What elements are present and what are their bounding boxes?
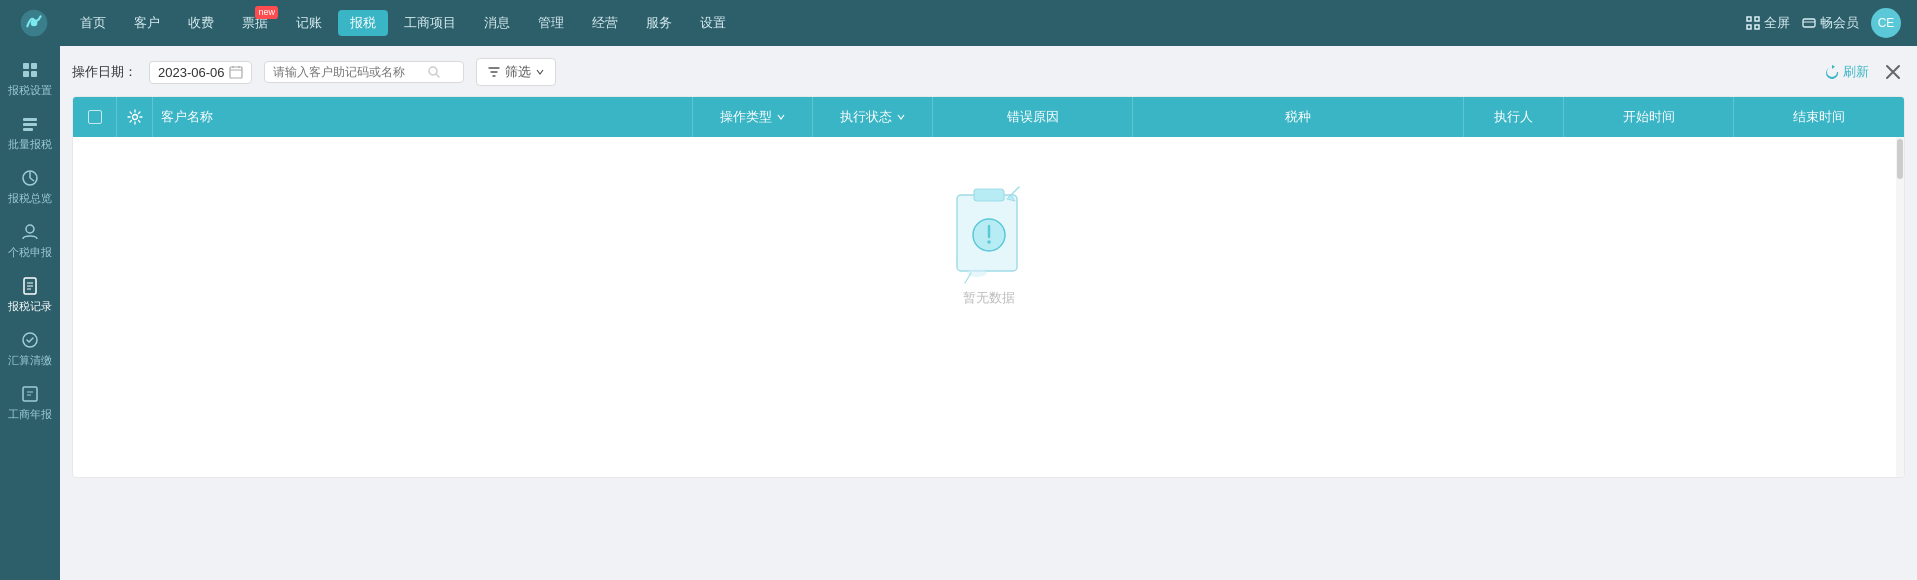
filter-label: 筛选 xyxy=(505,63,531,81)
svg-point-1 xyxy=(31,20,38,27)
sidebar-label-batch-tax: 批量报税 xyxy=(8,137,52,152)
refresh-button[interactable]: 刷新 xyxy=(1825,63,1869,81)
nav-invoice[interactable]: 票据 new xyxy=(230,10,280,36)
gear-icon xyxy=(127,109,143,125)
date-label: 操作日期： xyxy=(72,63,137,81)
sidebar-item-settlement[interactable]: 汇算清缴 xyxy=(3,324,57,374)
empty-illustration xyxy=(939,177,1039,277)
empty-state: 暂无数据 xyxy=(73,137,1904,327)
date-value: 2023-06-06 xyxy=(158,65,225,80)
refresh-icon xyxy=(1825,65,1839,79)
sidebar-label-settlement: 汇算清缴 xyxy=(8,353,52,368)
svg-rect-2 xyxy=(1747,17,1751,21)
svg-rect-7 xyxy=(23,63,29,69)
sidebar-label-tax-settings: 报税设置 xyxy=(8,83,52,98)
sidebar-item-personal-tax[interactable]: 个税申报 xyxy=(3,216,57,266)
th-error-reason: 错误原因 xyxy=(933,97,1133,137)
th-executor: 执行人 xyxy=(1464,97,1564,137)
svg-rect-19 xyxy=(230,67,242,78)
sidebar-label-tax-record: 报税记录 xyxy=(8,299,52,314)
nav-fee[interactable]: 收费 xyxy=(176,10,226,36)
sidebar-item-tax-settings[interactable]: 报税设置 xyxy=(3,54,57,104)
sidebar-item-tax-overview[interactable]: 报税总览 xyxy=(3,162,57,212)
svg-rect-5 xyxy=(1755,25,1759,29)
sidebar-item-annual-report[interactable]: 工商年报 xyxy=(3,378,57,428)
nav-settings[interactable]: 设置 xyxy=(688,10,738,36)
nav-customer[interactable]: 客户 xyxy=(122,10,172,36)
select-all-checkbox[interactable] xyxy=(88,110,102,124)
search-input[interactable] xyxy=(273,65,423,79)
nav-service[interactable]: 服务 xyxy=(634,10,684,36)
top-nav-right: 全屏 畅会员 CE xyxy=(1746,8,1901,38)
svg-point-15 xyxy=(26,225,34,233)
svg-rect-4 xyxy=(1747,25,1751,29)
sidebar-label-tax-overview: 报税总览 xyxy=(8,191,52,206)
vip-label: 畅会员 xyxy=(1820,14,1859,32)
th-gear[interactable] xyxy=(117,97,153,137)
refresh-label: 刷新 xyxy=(1843,63,1869,81)
filter-button[interactable]: 筛选 xyxy=(476,58,556,86)
table-header: 客户名称 操作类型 执行状态 错误原因 税种 执行人 xyxy=(73,97,1904,137)
nav-home[interactable]: 首页 xyxy=(68,10,118,36)
vip-button[interactable]: 畅会员 xyxy=(1802,14,1859,32)
top-nav: 首页 客户 收费 票据 new 记账 报税 工商项目 消息 管理 经营 服务 设… xyxy=(0,0,1917,46)
chevron-down-icon xyxy=(535,67,545,77)
search-icon xyxy=(427,65,441,79)
nav-items: 首页 客户 收费 票据 new 记账 报税 工商项目 消息 管理 经营 服务 设… xyxy=(68,10,1746,36)
filter-exec-status-icon[interactable] xyxy=(896,112,906,122)
th-op-type: 操作类型 xyxy=(693,97,813,137)
scroll-indicator[interactable] xyxy=(1896,137,1904,477)
svg-rect-10 xyxy=(31,71,37,77)
sidebar: 报税设置 批量报税 报税总览 个税申报 xyxy=(0,46,60,580)
new-badge: new xyxy=(255,6,278,19)
layout: 报税设置 批量报税 报税总览 个税申报 xyxy=(0,46,1917,580)
close-icon xyxy=(1885,64,1901,80)
app-logo[interactable] xyxy=(16,5,52,41)
filter-icon xyxy=(487,65,501,79)
svg-rect-13 xyxy=(23,128,33,131)
nav-tax[interactable]: 报税 xyxy=(338,10,388,36)
th-name: 客户名称 xyxy=(153,97,693,137)
main-content: 操作日期： 2023-06-06 筛选 刷新 xyxy=(60,46,1917,580)
avatar-text: CE xyxy=(1878,16,1895,30)
nav-manage[interactable]: 管理 xyxy=(526,10,576,36)
data-table: 客户名称 操作类型 执行状态 错误原因 税种 执行人 xyxy=(72,96,1905,478)
svg-point-21 xyxy=(132,115,137,120)
fullscreen-button[interactable]: 全屏 xyxy=(1746,14,1790,32)
sidebar-label-personal-tax: 个税申报 xyxy=(8,245,52,260)
th-start-time: 开始时间 xyxy=(1564,97,1734,137)
close-button[interactable] xyxy=(1881,60,1905,84)
empty-text: 暂无数据 xyxy=(963,289,1015,307)
search-wrap xyxy=(264,61,464,83)
svg-rect-6 xyxy=(1803,19,1815,27)
filter-op-type-icon[interactable] xyxy=(776,112,786,122)
svg-rect-23 xyxy=(974,189,1004,201)
th-exec-status: 执行状态 xyxy=(813,97,933,137)
svg-rect-18 xyxy=(23,387,37,401)
table-body: 暂无数据 xyxy=(73,137,1904,477)
nav-business[interactable]: 工商项目 xyxy=(392,10,468,36)
svg-rect-8 xyxy=(23,71,29,77)
th-tax-type: 税种 xyxy=(1133,97,1464,137)
nav-bookkeeping[interactable]: 记账 xyxy=(284,10,334,36)
th-checkbox[interactable] xyxy=(73,97,117,137)
fullscreen-label: 全屏 xyxy=(1764,14,1790,32)
sidebar-item-batch-tax[interactable]: 批量报税 xyxy=(3,108,57,158)
sidebar-item-tax-record[interactable]: 报税记录 xyxy=(3,270,57,320)
th-end-time: 结束时间 xyxy=(1734,97,1904,137)
nav-operation[interactable]: 经营 xyxy=(580,10,630,36)
date-input[interactable]: 2023-06-06 xyxy=(149,61,252,84)
avatar[interactable]: CE xyxy=(1871,8,1901,38)
svg-rect-11 xyxy=(23,118,37,121)
svg-rect-9 xyxy=(31,63,37,69)
nav-message[interactable]: 消息 xyxy=(472,10,522,36)
scroll-thumb xyxy=(1897,139,1903,179)
svg-rect-12 xyxy=(23,123,37,126)
svg-rect-3 xyxy=(1755,17,1759,21)
sidebar-label-annual-report: 工商年报 xyxy=(8,407,52,422)
toolbar: 操作日期： 2023-06-06 筛选 刷新 xyxy=(72,58,1905,86)
svg-point-26 xyxy=(987,240,991,244)
